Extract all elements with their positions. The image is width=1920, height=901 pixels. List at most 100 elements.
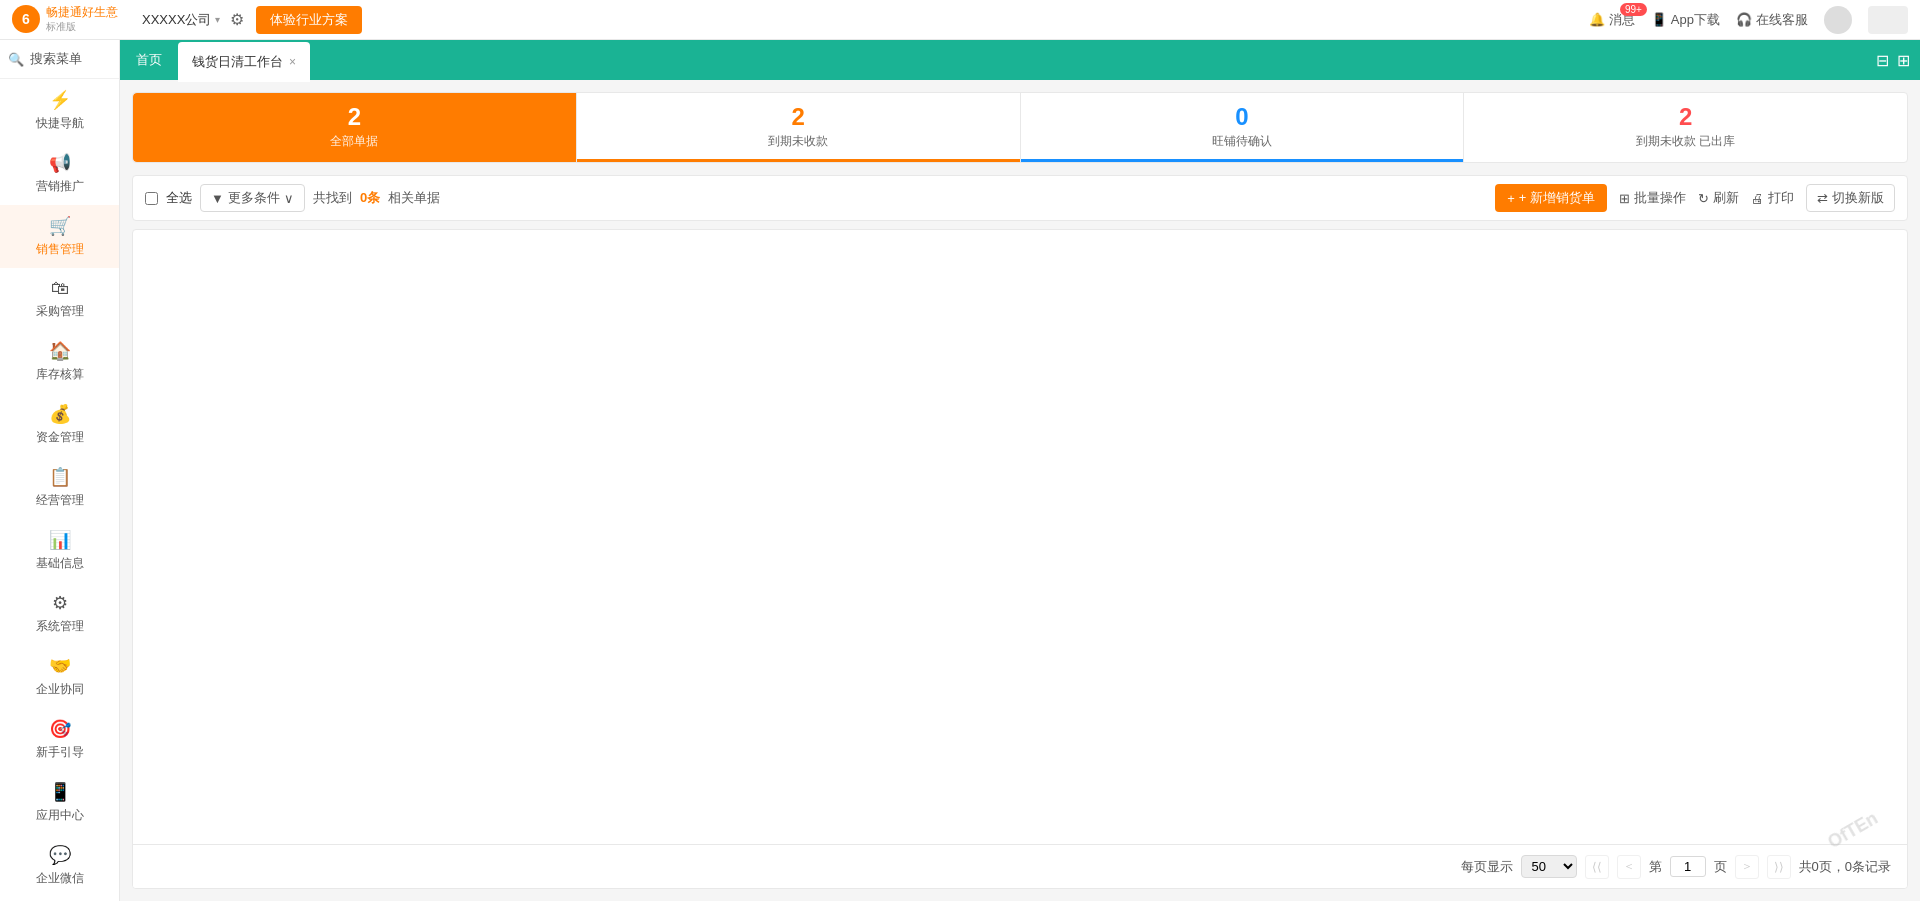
logo-text-block: 畅捷通好生意 标准版	[46, 5, 118, 33]
experience-btn[interactable]: 体验行业方案	[256, 6, 362, 34]
sidebar-item-vip[interactable]: ♦ 畅会员	[0, 897, 119, 901]
mobile-icon: 📱	[1651, 12, 1667, 27]
filter-label: 更多条件	[228, 189, 280, 207]
switch-label: 切换新版	[1832, 189, 1884, 207]
found-prefix: 共找到	[313, 189, 352, 207]
sidebar-item-apps[interactable]: 📱 应用中心	[0, 771, 119, 834]
switch-icon: ⇄	[1817, 191, 1828, 206]
next-page-btn[interactable]: ＞	[1735, 855, 1759, 879]
message-btn[interactable]: 🔔 消息 99+	[1589, 11, 1635, 29]
print-icon: 🖨	[1751, 191, 1764, 206]
megaphone-icon: 📢	[49, 152, 71, 174]
logo-icon: 6	[12, 5, 40, 33]
tab-close-icon[interactable]: ×	[289, 55, 296, 69]
main-content: 首页 钱货日清工作台 × ⊟ ⊞ 2 全部单据 2	[120, 40, 1920, 901]
page-label: 第	[1649, 858, 1662, 876]
sidebar-label-quick-nav: 快捷导航	[36, 115, 84, 132]
refresh-btn[interactable]: ↻ 刷新	[1698, 189, 1739, 207]
tab-minimize-btn[interactable]: ⊟	[1876, 51, 1889, 70]
stat-num-overdue: 2	[597, 105, 1000, 129]
list-toolbar: 全选 ▼ 更多条件 ∨ 共找到 0条 相关单据 + + 新增销货单	[132, 175, 1908, 221]
refresh-icon: ↻	[1698, 191, 1709, 206]
sidebar-item-wechat[interactable]: 💬 企业微信	[0, 834, 119, 897]
stat-card-all[interactable]: 2 全部单据	[133, 93, 577, 162]
pagination: 每页显示 50 100 200 ⟨⟨ ＜ 第 页 ＞ ⟩⟩ 共0页，0条记录	[133, 844, 1907, 888]
stat-card-pending[interactable]: 0 旺铺待确认	[1021, 93, 1465, 162]
sidebar-item-quick-nav[interactable]: ⚡ 快捷导航	[0, 79, 119, 142]
sidebar-label-wechat: 企业微信	[36, 870, 84, 887]
chevron-down-icon: ▾	[215, 14, 220, 25]
search-icon: 🔍	[8, 52, 24, 67]
stat-label-overdue: 到期未收款	[597, 133, 1000, 150]
sidebar-item-basic[interactable]: 📊 基础信息	[0, 519, 119, 582]
refresh-label: 刷新	[1713, 189, 1739, 207]
sidebar-item-system[interactable]: ⚙ 系统管理	[0, 582, 119, 645]
tab-active[interactable]: 钱货日清工作台 ×	[178, 42, 310, 82]
page-content: 2 全部单据 2 到期未收款 0 旺铺待确认 2 到期未收款 已出库	[120, 80, 1920, 901]
filter-btn[interactable]: ▼ 更多条件 ∨	[200, 184, 305, 212]
sidebar-label-marketing: 营销推广	[36, 178, 84, 195]
sidebar-item-sales[interactable]: 🛒 销售管理	[0, 205, 119, 268]
user-avatar[interactable]	[1824, 6, 1852, 34]
stat-num-outbound: 2	[1484, 105, 1887, 129]
stat-card-outbound[interactable]: 2 到期未收款 已出库	[1464, 93, 1907, 162]
stat-label-all: 全部单据	[153, 133, 556, 150]
tab-expand-btn[interactable]: ⊞	[1897, 51, 1910, 70]
stat-label-pending: 旺铺待确认	[1041, 133, 1444, 150]
batch-operation-btn[interactable]: ⊞ 批量操作	[1619, 189, 1686, 207]
sidebar-label-finance: 资金管理	[36, 429, 84, 446]
sidebar-item-finance[interactable]: 💰 资金管理	[0, 393, 119, 456]
search-menu[interactable]: 🔍 搜索菜单	[0, 40, 119, 79]
gear-icon: ⚙	[52, 592, 68, 614]
sidebar-item-purchase[interactable]: 🛍 采购管理	[0, 268, 119, 330]
sidebar-label-sales: 销售管理	[36, 241, 84, 258]
last-page-btn[interactable]: ⟩⟩	[1767, 855, 1791, 879]
sidebar-label-guide: 新手引导	[36, 744, 84, 761]
add-sales-order-btn[interactable]: + + 新增销货单	[1495, 184, 1607, 212]
sidebar-item-inventory[interactable]: 🏠 库存核算	[0, 330, 119, 393]
page-number-input[interactable]	[1670, 856, 1706, 877]
target-icon: 🎯	[49, 718, 71, 740]
first-page-btn[interactable]: ⟨⟨	[1585, 855, 1609, 879]
handshake-icon: 🤝	[49, 655, 71, 677]
search-menu-label: 搜索菜单	[30, 50, 82, 68]
sidebar-label-cooperation: 企业协同	[36, 681, 84, 698]
select-all-checkbox[interactable]	[145, 192, 158, 205]
prev-page-btn[interactable]: ＜	[1617, 855, 1641, 879]
page-size-select[interactable]: 50 100 200	[1521, 855, 1577, 878]
app-download-btn[interactable]: 📱 App下载	[1651, 11, 1720, 29]
wechat-icon: 💬	[49, 844, 71, 866]
print-btn[interactable]: 🖨 打印	[1751, 189, 1794, 207]
filter-icon: ▼	[211, 191, 224, 206]
table-area: 每页显示 50 100 200 ⟨⟨ ＜ 第 页 ＞ ⟩⟩ 共0页，0条记录	[132, 229, 1908, 889]
tab-bar: 首页 钱货日清工作台 × ⊟ ⊞	[120, 40, 1920, 80]
money-icon: 💰	[49, 403, 71, 425]
company-selector[interactable]: XXXXX公司 ▾	[142, 11, 220, 29]
print-label: 打印	[1768, 189, 1794, 207]
filter-chevron: ∨	[284, 191, 294, 206]
toolbar-left: 全选 ▼ 更多条件 ∨ 共找到 0条 相关单据	[145, 184, 1487, 212]
found-count: 0条	[360, 189, 380, 207]
sidebar-item-operations[interactable]: 📋 经营管理	[0, 456, 119, 519]
tab-home[interactable]: 首页	[120, 40, 178, 80]
logo-sub: 标准版	[46, 20, 118, 34]
sidebar-item-cooperation[interactable]: 🤝 企业协同	[0, 645, 119, 708]
msg-badge: 99+	[1620, 3, 1647, 16]
user-name[interactable]	[1868, 6, 1908, 34]
found-suffix: 相关单据	[388, 189, 440, 207]
house-icon: 🏠	[49, 340, 71, 362]
logo: 6 畅捷通好生意 标准版	[12, 5, 132, 33]
settings-icon[interactable]: ⚙	[230, 10, 244, 29]
sidebar-label-apps: 应用中心	[36, 807, 84, 824]
online-service-btn[interactable]: 🎧 在线客服	[1736, 11, 1808, 29]
sidebar-label-purchase: 采购管理	[36, 303, 84, 320]
sidebar-item-marketing[interactable]: 📢 营销推广	[0, 142, 119, 205]
select-all-label: 全选	[166, 189, 192, 207]
stat-card-overdue[interactable]: 2 到期未收款	[577, 93, 1021, 162]
page-label2: 页	[1714, 858, 1727, 876]
home-label: 首页	[136, 51, 162, 69]
sidebar-item-guide[interactable]: 🎯 新手引导	[0, 708, 119, 771]
bell-icon: 🔔	[1589, 12, 1605, 27]
switch-version-btn[interactable]: ⇄ 切换新版	[1806, 184, 1895, 212]
stat-num-all: 2	[153, 105, 556, 129]
